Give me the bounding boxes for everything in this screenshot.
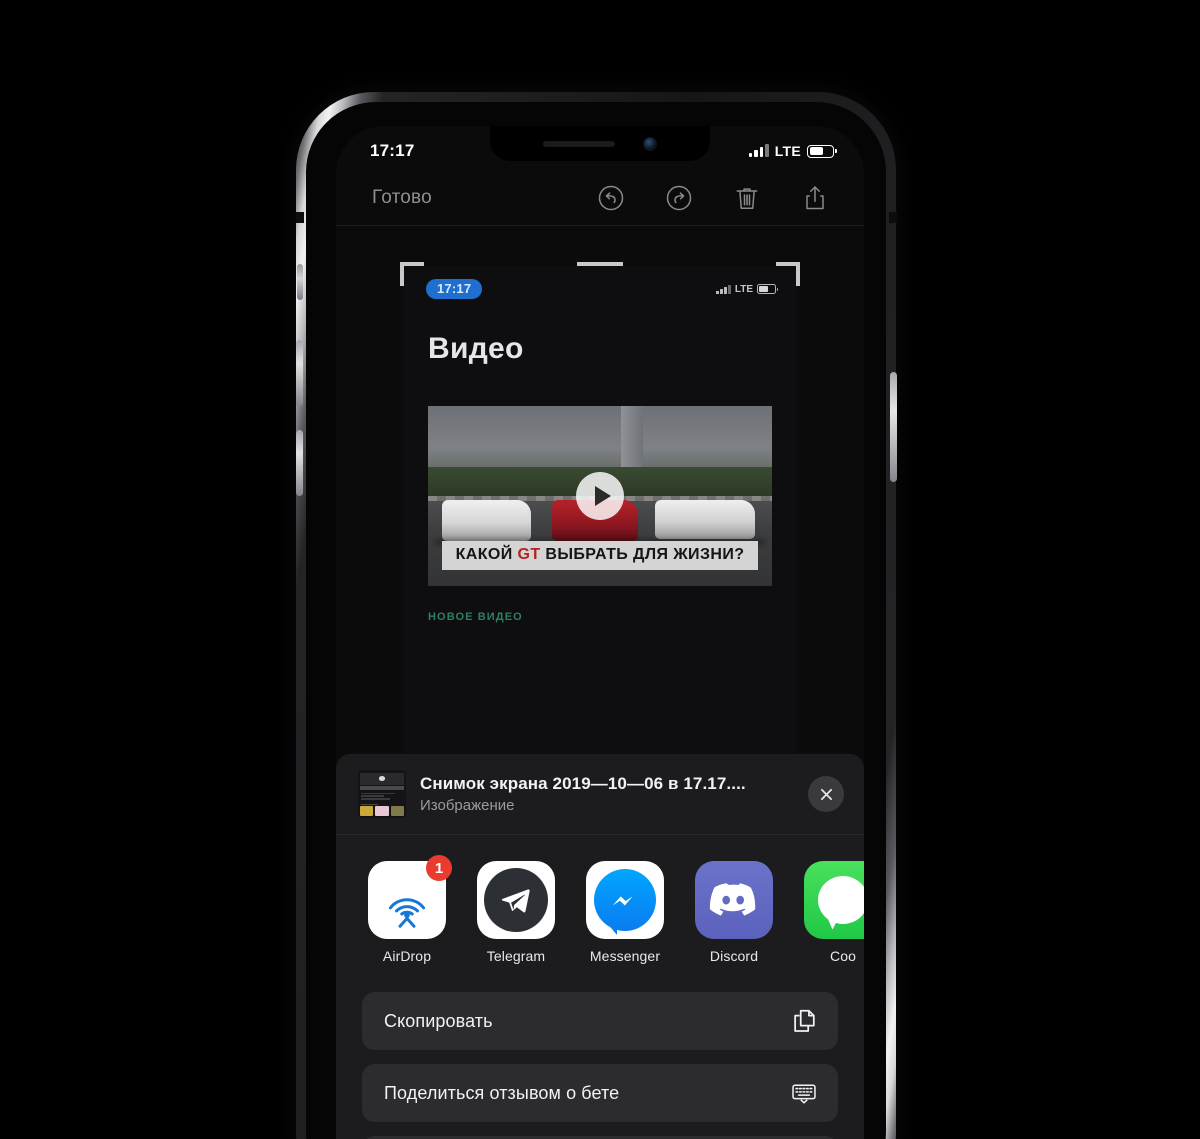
mute-switch[interactable] [297, 264, 303, 300]
video-pillar [620, 406, 643, 468]
cellular-signal-icon [748, 144, 769, 157]
status-bar-indicators: LTE [748, 143, 837, 159]
messages-icon[interactable] [804, 861, 864, 939]
trash-icon[interactable] [732, 183, 762, 213]
crop-frame[interactable]: 17:17 LTE Видео КАКОЙ GT ВЫБРАТЬ ДЛЯ ЖИЗ… [400, 262, 800, 786]
preview-cellular-signal-icon [716, 284, 731, 294]
preview-time-pill: 17:17 [426, 279, 483, 299]
share-target-messages[interactable]: Соо [802, 861, 864, 964]
notch [490, 126, 710, 161]
video-caption-highlight: GT [517, 545, 541, 563]
crop-handle-top-center[interactable] [577, 262, 623, 266]
discord-icon[interactable] [695, 861, 773, 939]
toolbar-actions [596, 183, 830, 213]
share-target-telegram[interactable]: Telegram [475, 861, 557, 964]
share-item-title: Снимок экрана 2019—10—06 в 17.17.... [420, 774, 746, 793]
share-target-airdrop[interactable]: 1 AirDrop [366, 855, 452, 964]
share-sheet: Снимок экрана 2019—10—06 в 17.17.... Изо… [336, 754, 864, 1139]
preview-section-label: НОВОЕ ВИДЕО [428, 611, 523, 623]
share-sheet-header: Снимок экрана 2019—10—06 в 17.17.... Изо… [336, 754, 864, 835]
video-car-white-right [655, 499, 755, 540]
earpiece-speaker-icon [543, 140, 615, 147]
network-type-label: LTE [774, 143, 801, 159]
antenna-band-left [296, 212, 304, 223]
share-item-info: Снимок экрана 2019—10—06 в 17.17.... Изо… [420, 774, 794, 814]
share-target-label: Соо [830, 948, 856, 964]
screenshot-preview[interactable]: 17:17 LTE Видео КАКОЙ GT ВЫБРАТЬ ДЛЯ ЖИЗ… [404, 266, 796, 786]
play-icon[interactable] [576, 472, 624, 520]
antenna-band-right [889, 212, 897, 223]
share-target-discord[interactable]: Discord [693, 861, 775, 964]
undo-icon[interactable] [596, 183, 626, 213]
messenger-icon[interactable] [586, 861, 664, 939]
preview-network-type-label: LTE [734, 283, 753, 295]
preview-battery-icon [757, 284, 778, 294]
close-button[interactable] [808, 776, 844, 812]
share-targets-row[interactable]: 1 AirDrop Telegram Messenger Discord Соо [336, 835, 864, 986]
share-icon[interactable] [800, 183, 830, 213]
redo-icon[interactable] [664, 183, 694, 213]
keyboard-icon [790, 1079, 818, 1107]
markup-editor-canvas: 17:17 LTE Видео КАКОЙ GT ВЫБРАТЬ ДЛЯ ЖИЗ… [336, 226, 864, 1139]
share-target-label: Telegram [486, 948, 546, 964]
share-target-messenger[interactable]: Messenger [584, 861, 666, 964]
video-thumbnail[interactable]: КАКОЙ GT ВЫБРАТЬ ДЛЯ ЖИЗНИ? [428, 406, 772, 586]
preview-status-bar: 17:17 LTE [404, 278, 796, 300]
action-copy[interactable]: Скопировать [362, 992, 838, 1050]
telegram-icon[interactable] [477, 861, 555, 939]
markup-editor-toolbar: Готово [336, 170, 864, 226]
action-label: Скопировать [384, 1010, 493, 1031]
preview-page-title: Видео [428, 332, 524, 365]
volume-down-button[interactable] [296, 430, 303, 496]
video-caption-suffix: ВЫБРАТЬ ДЛЯ ЖИЗНИ? [540, 545, 745, 563]
action-beta-feedback[interactable]: Поделиться отзывом о бете [362, 1064, 838, 1122]
video-caption-prefix: КАКОЙ [455, 545, 518, 563]
crop-handle-top-left[interactable] [400, 262, 424, 286]
side-power-button[interactable] [890, 372, 897, 482]
video-car-white-left [441, 499, 532, 541]
status-bar-time: 17:17 [370, 141, 415, 160]
screenshot-thumbnail [358, 770, 406, 818]
front-camera-icon [643, 136, 657, 151]
close-icon [820, 788, 832, 800]
preview-status-indicators: LTE [716, 283, 778, 295]
phone-screen: 17:17 LTE Готово 17:17 LTE Видео КАКОЙ G… [336, 126, 864, 1139]
copy-icon [790, 1007, 818, 1035]
video-caption: КАКОЙ GT ВЫБРАТЬ ДЛЯ ЖИЗНИ? [441, 540, 759, 570]
share-target-label: AirDrop [382, 948, 432, 964]
share-item-subtitle: Изображение [420, 797, 515, 814]
screenshot-root: 17:17 LTE Готово 17:17 LTE Видео КАКОЙ G… [0, 0, 1200, 1139]
share-actions-list: Скопировать Поделиться отзывом о бете [336, 986, 864, 1139]
volume-up-button[interactable] [296, 340, 303, 406]
battery-icon [807, 144, 837, 158]
done-button[interactable]: Готово [372, 187, 432, 209]
action-label: Поделиться отзывом о бете [384, 1082, 620, 1103]
crop-handle-top-right[interactable] [776, 262, 800, 286]
share-target-label: Messenger [589, 948, 661, 964]
share-target-label: Discord [709, 948, 759, 964]
airdrop-badge: 1 [426, 855, 452, 881]
